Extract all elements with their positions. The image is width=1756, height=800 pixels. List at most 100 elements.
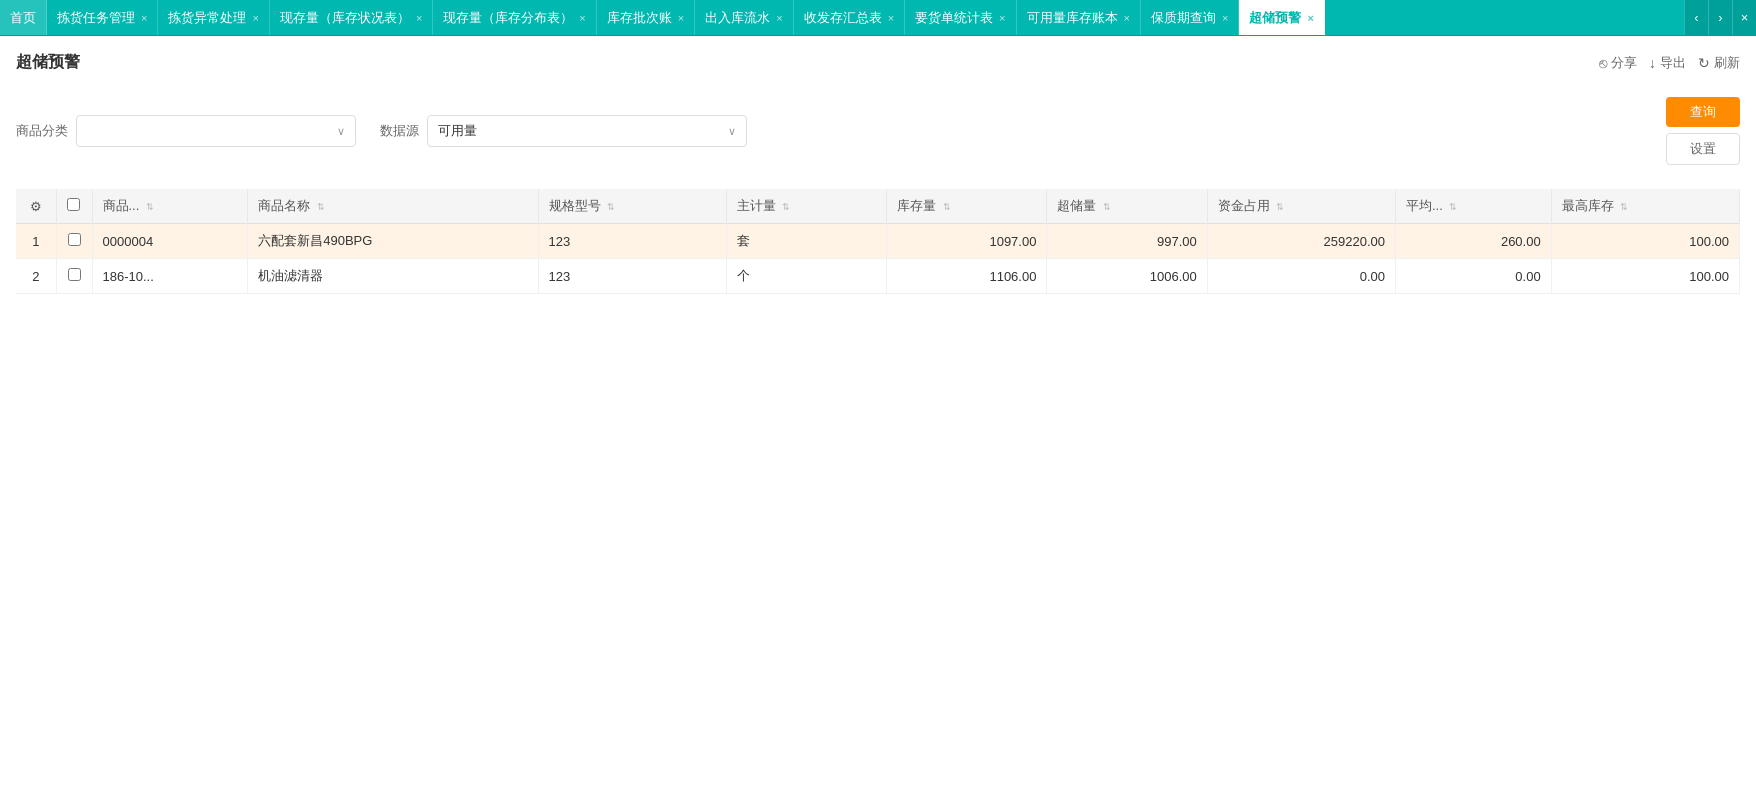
export-icon: ↓: [1649, 55, 1656, 71]
cell-product-name: 六配套新昌490BPG: [248, 224, 538, 259]
table-body: 1 0000004 六配套新昌490BPG 123 套 1097.00 997.…: [16, 224, 1740, 294]
column-overstock[interactable]: 超储量 ⇅: [1047, 189, 1207, 224]
nav-close-order-stats[interactable]: ×: [999, 12, 1005, 24]
cell-product-name: 机油滤清器: [248, 259, 538, 294]
column-checkbox: [56, 189, 92, 224]
category-label: 商品分类: [16, 122, 68, 140]
cell-overstock: 997.00: [1047, 224, 1207, 259]
settings-button[interactable]: 设置: [1666, 133, 1740, 165]
nav-bar: 首页 拣货任务管理 × 拣货异常处理 × 现存量（库存状况表） × 现存量（库存…: [0, 0, 1756, 36]
table-row: 1 0000004 六配套新昌490BPG 123 套 1097.00 997.…: [16, 224, 1740, 259]
row-number: 2: [16, 259, 56, 294]
chevron-down-icon: ∨: [337, 125, 345, 138]
column-product-code[interactable]: 商品... ⇅: [92, 189, 248, 224]
column-unit[interactable]: 主计量 ⇅: [726, 189, 886, 224]
sort-icon-capital: ⇅: [1276, 202, 1284, 212]
sort-icon-product-code: ⇅: [146, 202, 154, 212]
sort-icon-avg: ⇅: [1449, 202, 1457, 212]
row-number: 1: [16, 224, 56, 259]
page-header: 超储预警 ⎋ 分享 ↓ 导出 ↻ 刷新: [16, 52, 1740, 73]
nav-arrow-right[interactable]: ›: [1708, 0, 1732, 36]
nav-item-batch-account[interactable]: 库存批次账 ×: [597, 0, 695, 35]
table-row: 2 186-10... 机油滤清器 123 个 1106.00 1006.00 …: [16, 259, 1740, 294]
column-max-stock[interactable]: 最高库存 ⇅: [1551, 189, 1739, 224]
nav-item-expiry-check[interactable]: 保质期查询 ×: [1141, 0, 1239, 35]
sort-icon-product-name: ⇅: [317, 202, 325, 212]
nav-item-overstock-warning[interactable]: 超储预警 ×: [1239, 0, 1324, 35]
sort-icon-spec: ⇅: [607, 202, 615, 212]
cell-overstock: 1006.00: [1047, 259, 1207, 294]
sort-icon-max-stock: ⇅: [1620, 202, 1628, 212]
column-avg[interactable]: 平均... ⇅: [1395, 189, 1551, 224]
cell-stock: 1097.00: [887, 224, 1047, 259]
cell-stock: 1106.00: [887, 259, 1047, 294]
row-checkbox[interactable]: [68, 233, 81, 246]
refresh-icon: ↻: [1698, 55, 1710, 71]
share-icon: ⎋: [1599, 55, 1607, 71]
nav-item-available-account[interactable]: 可用量库存账本 ×: [1017, 0, 1141, 35]
nav-close-inventory-dist[interactable]: ×: [579, 12, 585, 24]
row-checkbox[interactable]: [68, 268, 81, 281]
filter-area: 商品分类 ∨ 数据源 可用量 ∨ 查询 设置: [16, 89, 1740, 173]
cell-max-stock: 100.00: [1551, 224, 1739, 259]
data-table: ⚙ 商品... ⇅ 商品名称 ⇅ 规格型号 ⇅ 主计量: [16, 189, 1740, 294]
datasource-select[interactable]: 可用量 ∨: [427, 115, 747, 147]
nav-close-inout-flow[interactable]: ×: [776, 12, 782, 24]
category-select[interactable]: ∨: [76, 115, 356, 147]
nav-item-inventory-status[interactable]: 现存量（库存状况表） ×: [270, 0, 433, 35]
refresh-button[interactable]: ↻ 刷新: [1698, 54, 1740, 72]
cell-spec: 123: [538, 259, 726, 294]
filter-category: 商品分类 ∨: [16, 115, 356, 147]
cell-product-code: 0000004: [92, 224, 248, 259]
column-stock[interactable]: 库存量 ⇅: [887, 189, 1047, 224]
nav-item-abnormal[interactable]: 拣货异常处理 ×: [158, 0, 269, 35]
chevron-down-icon-2: ∨: [728, 125, 736, 138]
gear-icon: ⚙: [30, 199, 42, 214]
nav-item-task-mgmt[interactable]: 拣货任务管理 ×: [47, 0, 158, 35]
datasource-value: 可用量: [438, 122, 477, 140]
page-container: 超储预警 ⎋ 分享 ↓ 导出 ↻ 刷新 商品分类 ∨ 数据源: [0, 36, 1756, 800]
column-capital[interactable]: 资金占用 ⇅: [1207, 189, 1395, 224]
nav-item-collect-summary[interactable]: 收发存汇总表 ×: [794, 0, 905, 35]
nav-close-expiry-check[interactable]: ×: [1222, 12, 1228, 24]
filter-datasource: 数据源 可用量 ∨: [380, 115, 747, 147]
cell-capital: 0.00: [1207, 259, 1395, 294]
nav-close-abnormal[interactable]: ×: [252, 12, 258, 24]
nav-close-batch-account[interactable]: ×: [678, 12, 684, 24]
nav-arrow-left[interactable]: ‹: [1684, 0, 1708, 36]
cell-max-stock: 100.00: [1551, 259, 1739, 294]
datasource-label: 数据源: [380, 122, 419, 140]
share-button[interactable]: ⎋ 分享: [1599, 54, 1637, 72]
nav-close-task-mgmt[interactable]: ×: [141, 12, 147, 24]
cell-product-code: 186-10...: [92, 259, 248, 294]
select-all-checkbox[interactable]: [67, 198, 80, 211]
nav-close-inventory-status[interactable]: ×: [416, 12, 422, 24]
nav-item-inventory-dist[interactable]: 现存量（库存分布表） ×: [433, 0, 596, 35]
nav-item-order-stats[interactable]: 要货单统计表 ×: [905, 0, 1016, 35]
query-button[interactable]: 查询: [1666, 97, 1740, 127]
sort-icon-stock: ⇅: [943, 202, 951, 212]
row-checkbox-cell: [56, 224, 92, 259]
table-header: ⚙ 商品... ⇅ 商品名称 ⇅ 规格型号 ⇅ 主计量: [16, 189, 1740, 224]
nav-item-inout-flow[interactable]: 出入库流水 ×: [695, 0, 793, 35]
column-spec[interactable]: 规格型号 ⇅: [538, 189, 726, 224]
page-title: 超储预警: [16, 52, 80, 73]
sort-icon-unit: ⇅: [782, 202, 790, 212]
nav-close-available-account[interactable]: ×: [1124, 12, 1130, 24]
cell-unit: 套: [726, 224, 886, 259]
header-actions: ⎋ 分享 ↓ 导出 ↻ 刷新: [1599, 54, 1740, 72]
nav-arrow-close[interactable]: ×: [1732, 0, 1756, 36]
sort-icon-overstock: ⇅: [1103, 202, 1111, 212]
nav-item-home[interactable]: 首页: [0, 0, 47, 35]
cell-capital: 259220.00: [1207, 224, 1395, 259]
cell-unit: 个: [726, 259, 886, 294]
column-gear[interactable]: ⚙: [16, 189, 56, 224]
nav-close-overstock-warning[interactable]: ×: [1307, 12, 1313, 24]
cell-avg: 260.00: [1395, 224, 1551, 259]
nav-close-collect-summary[interactable]: ×: [888, 12, 894, 24]
export-button[interactable]: ↓ 导出: [1649, 54, 1686, 72]
nav-arrows: ‹ › ×: [1684, 0, 1756, 36]
cell-spec: 123: [538, 224, 726, 259]
column-product-name[interactable]: 商品名称 ⇅: [248, 189, 538, 224]
cell-avg: 0.00: [1395, 259, 1551, 294]
